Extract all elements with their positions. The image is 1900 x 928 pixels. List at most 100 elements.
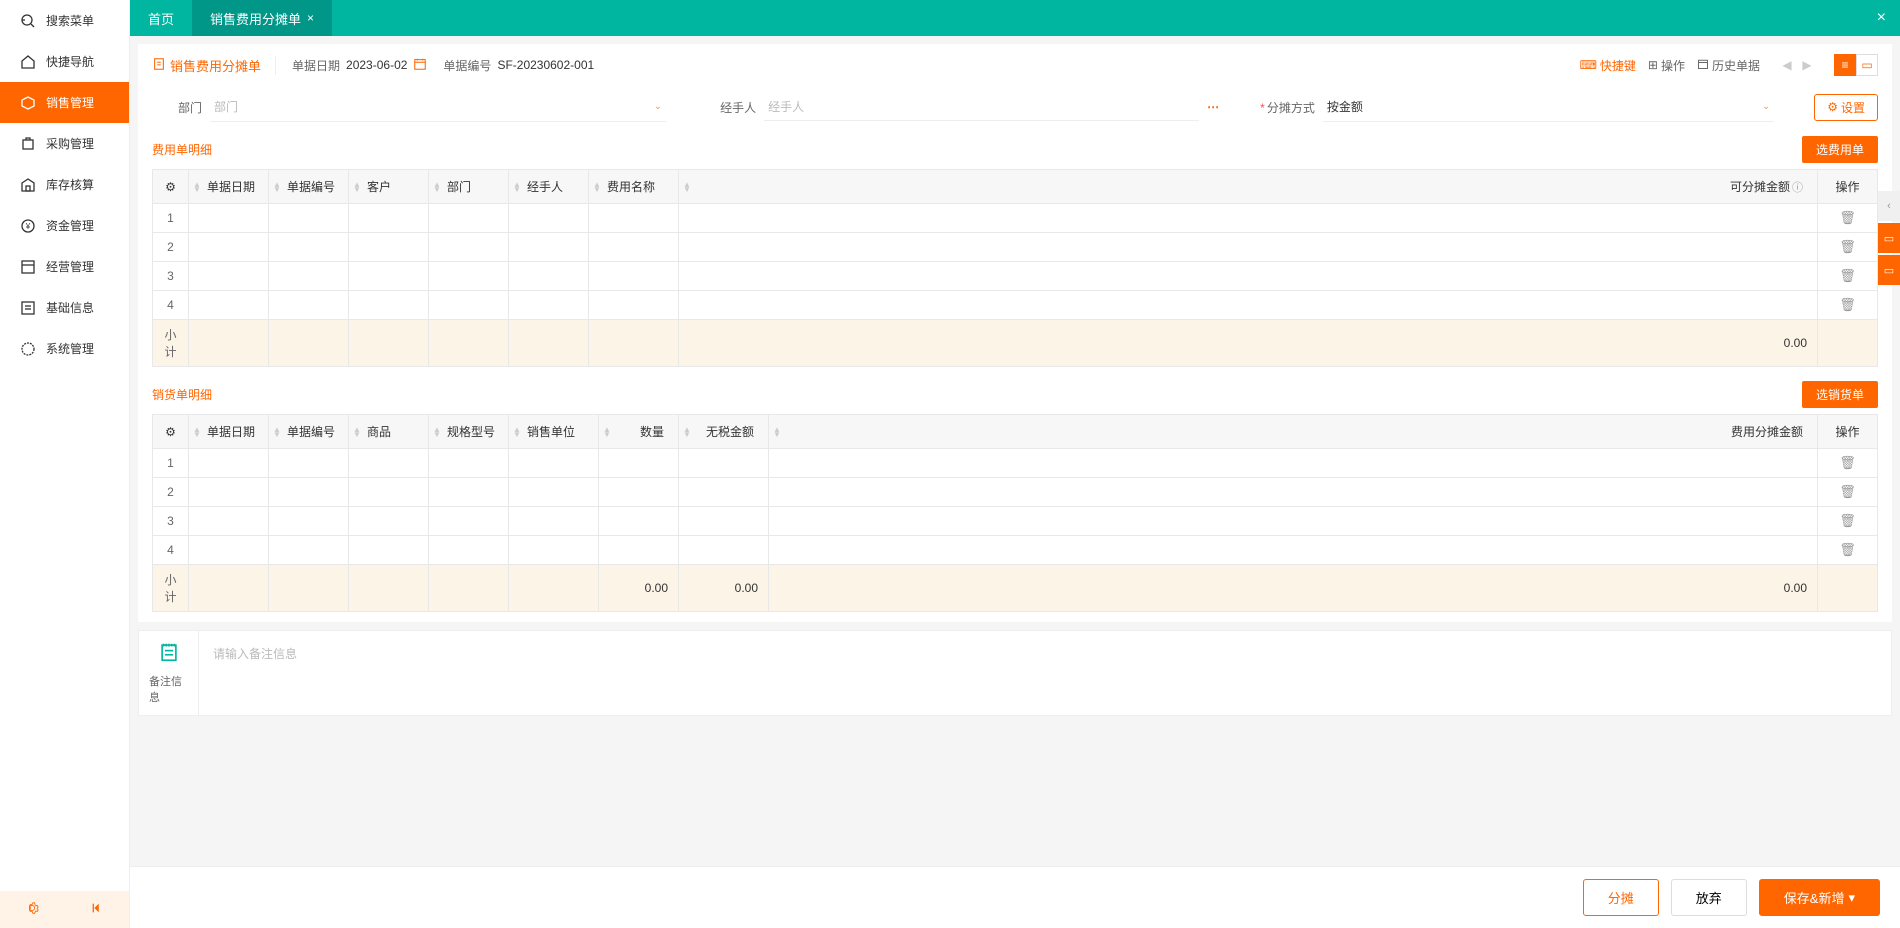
nav-next-button[interactable]: ▶ (1798, 56, 1816, 74)
select-expense-button[interactable]: 选费用单 (1802, 136, 1878, 163)
purchase-icon (20, 136, 36, 152)
table-row[interactable]: 2🗑 (153, 233, 1878, 262)
expense-section-header: 费用单明细 选费用单 (152, 136, 1878, 163)
trash-icon[interactable]: 🗑 (1839, 542, 1856, 557)
chevron-down-icon: ⌄ (1762, 101, 1770, 112)
close-icon[interactable]: × (307, 11, 314, 25)
expense-table: ⚙ ▲▼单据日期 ▲▼单据编号 ▲▼客户 ▲▼部门 ▲▼经手人 ▲▼费用名称 ▲… (152, 169, 1878, 367)
allocate-button[interactable]: 分摊 (1583, 879, 1659, 916)
col-handler[interactable]: ▲▼经手人 (509, 170, 589, 204)
sidebar-item-manage[interactable]: 经营管理 (0, 246, 129, 287)
tab-home[interactable]: 首页 (130, 0, 192, 36)
col-docno[interactable]: ▲▼单据编号 (269, 170, 349, 204)
gear-column[interactable]: ⚙ (153, 415, 189, 449)
table-row[interactable]: 4🗑 (153, 291, 1878, 320)
tab-sales-expense[interactable]: 销售费用分摊单 × (192, 0, 332, 36)
select-sales-button[interactable]: 选销货单 (1802, 381, 1878, 408)
sort-icon: ▲▼ (433, 427, 441, 437)
col-alloc-amount[interactable]: ▲▼可分摊金额ⓘ (679, 170, 1818, 204)
trash-icon[interactable]: 🗑 (1839, 239, 1856, 254)
sort-icon: ▲▼ (353, 427, 361, 437)
sidebar-item-sales[interactable]: 销售管理 (0, 82, 129, 123)
gear-column[interactable]: ⚙ (153, 170, 189, 204)
col-unit[interactable]: ▲▼销售单位 (509, 415, 599, 449)
sort-icon: ▲▼ (513, 427, 521, 437)
doc-header: 销售费用分摊单 单据日期 2023-06-02 单据编号 SF-20230602… (152, 54, 1878, 76)
sidebar-item-system[interactable]: 系统管理 (0, 328, 129, 369)
table-row[interactable]: 3🗑 (153, 262, 1878, 291)
dept-select[interactable]: 部门 ⌄ (210, 92, 666, 122)
view-form-button[interactable]: ▭ (1856, 54, 1878, 76)
sort-icon: ▲▼ (683, 182, 691, 192)
dept-field: 部门 部门 ⌄ (152, 92, 706, 122)
col-date[interactable]: ▲▼单据日期 (189, 415, 269, 449)
calendar-icon[interactable] (413, 57, 427, 74)
discard-button[interactable]: 放弃 (1671, 879, 1747, 916)
table-row[interactable]: 3🗑 (153, 507, 1878, 536)
settings-footer-button[interactable] (0, 891, 65, 928)
remarks-input[interactable] (199, 631, 1891, 715)
table-row[interactable]: 1🗑 (153, 449, 1878, 478)
col-customer[interactable]: ▲▼客户 (349, 170, 429, 204)
col-fee-alloc[interactable]: ▲▼费用分摊金额 (769, 415, 1818, 449)
svg-text:¥: ¥ (25, 222, 31, 231)
method-field: *分摊方式 按金额 ⌄ (1260, 92, 1814, 122)
nav-arrows: ◀ ▶ (1778, 56, 1816, 74)
field-label: 部门 (152, 99, 202, 116)
field-label: *分摊方式 (1260, 99, 1315, 116)
section-title: 销货单明细 (152, 386, 212, 403)
help-icon[interactable]: ⓘ (1792, 182, 1803, 194)
table-row[interactable]: 2🗑 (153, 478, 1878, 507)
sales-section-header: 销货单明细 选销货单 (152, 381, 1878, 408)
tab-label: 首页 (148, 9, 174, 28)
history-button[interactable]: 历史单据 (1697, 57, 1760, 74)
trash-icon[interactable]: 🗑 (1839, 484, 1856, 499)
handler-input[interactable] (764, 94, 1199, 121)
method-select[interactable]: 按金额 ⌄ (1323, 92, 1774, 122)
operate-button[interactable]: ⊞ 操作 (1648, 57, 1685, 74)
sidebar-item-finance[interactable]: ¥ 资金管理 (0, 205, 129, 246)
tab-label: 销售费用分摊单 (210, 9, 301, 28)
col-op: 操作 (1818, 170, 1878, 204)
col-notax[interactable]: ▲▼无税金额 (679, 415, 769, 449)
finance-icon: ¥ (20, 218, 36, 234)
nav-prev-button[interactable]: ◀ (1778, 56, 1796, 74)
sidebar-item-inventory[interactable]: 库存核算 (0, 164, 129, 205)
col-qty[interactable]: ▲▼数量 (599, 415, 679, 449)
col-feename[interactable]: ▲▼费用名称 (589, 170, 679, 204)
remarks-icon-area: 备注信息 (139, 631, 199, 715)
side-tab-2[interactable]: ▭ (1878, 223, 1900, 253)
table-row[interactable]: 1🗑 (153, 204, 1878, 233)
sidebar-item-info[interactable]: 基础信息 (0, 287, 129, 328)
collapse-footer-button[interactable] (65, 891, 130, 928)
field-value: SF-20230602-001 (497, 58, 594, 72)
sidebar-item-search[interactable]: 搜索菜单 (0, 0, 129, 41)
trash-icon[interactable]: 🗑 (1839, 297, 1856, 312)
col-spec[interactable]: ▲▼规格型号 (429, 415, 509, 449)
side-tab-3[interactable]: ▭ (1878, 255, 1900, 285)
sidebar-item-purchase[interactable]: 采购管理 (0, 123, 129, 164)
bottom-bar: 分摊 放弃 保存&新增 ▾ (130, 866, 1900, 928)
trash-icon[interactable]: 🗑 (1839, 268, 1856, 283)
field-value[interactable]: 2023-06-02 (346, 58, 407, 72)
trash-icon[interactable]: 🗑 (1839, 513, 1856, 528)
side-tab-1[interactable]: ‹ (1878, 191, 1900, 221)
col-op: 操作 (1818, 415, 1878, 449)
settings-button[interactable]: ⚙ 设置 (1814, 94, 1878, 121)
save-new-button[interactable]: 保存&新增 ▾ (1759, 879, 1880, 916)
view-list-button[interactable]: ≡ (1834, 54, 1856, 76)
sort-icon: ▲▼ (513, 182, 521, 192)
col-product[interactable]: ▲▼商品 (349, 415, 429, 449)
trash-icon[interactable]: 🗑 (1839, 455, 1856, 470)
shortcut-button[interactable]: ⌨ 快捷键 (1580, 57, 1636, 74)
info-icon (20, 300, 36, 316)
col-docno[interactable]: ▲▼单据编号 (269, 415, 349, 449)
table-row[interactable]: 4🗑 (153, 536, 1878, 565)
sidebar-item-quicknav[interactable]: 快捷导航 (0, 41, 129, 82)
view-toggle: ≡ ▭ (1834, 54, 1878, 76)
col-dept[interactable]: ▲▼部门 (429, 170, 509, 204)
more-icon[interactable]: ⋯ (1207, 100, 1220, 114)
close-all-button[interactable]: × (1863, 9, 1900, 27)
trash-icon[interactable]: 🗑 (1839, 210, 1856, 225)
col-date[interactable]: ▲▼单据日期 (189, 170, 269, 204)
